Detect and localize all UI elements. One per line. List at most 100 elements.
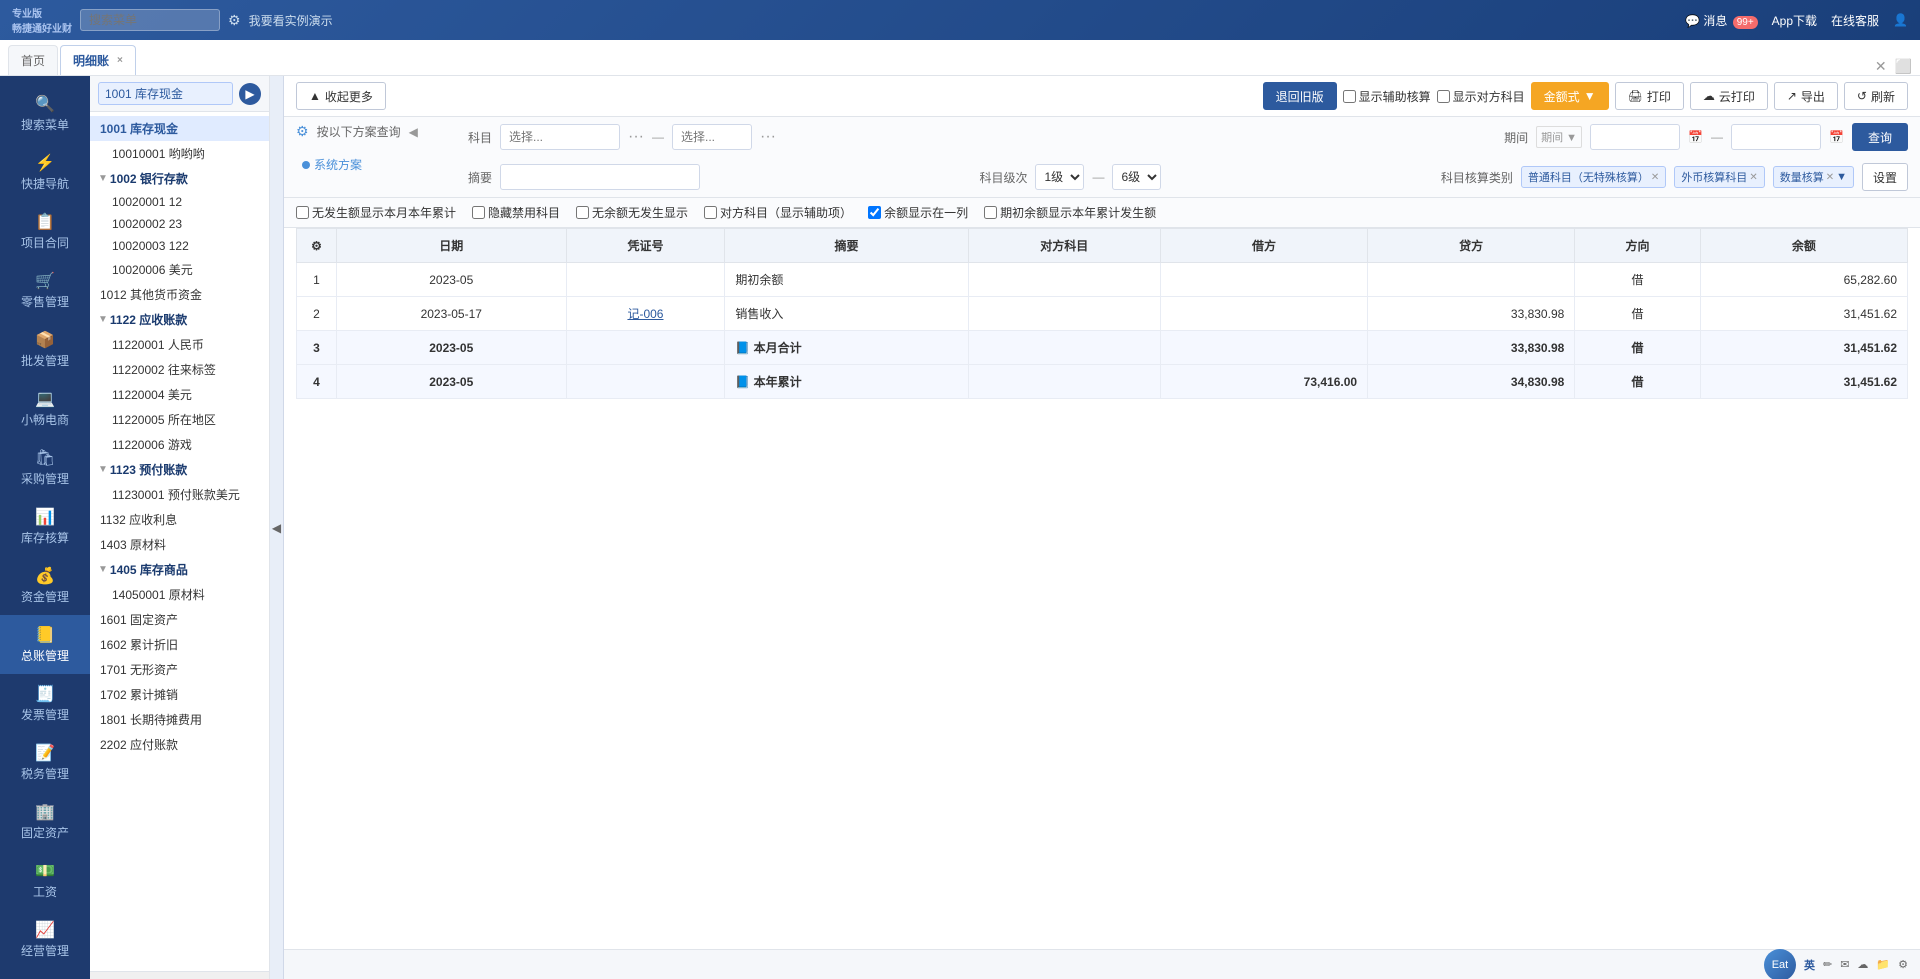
print-btn[interactable]: 🖨 打印 [1615,82,1684,110]
account-list-item[interactable]: ▼ 1123 预付账款 [90,457,269,482]
gear-icon[interactable]: ⚙ [228,12,241,29]
message-btn[interactable]: 💬 消息 99+ [1685,12,1758,29]
period-end-input[interactable]: 2023-05 [1731,124,1821,150]
sidebar-item-operations[interactable]: 📈 经营管理 [0,910,90,969]
account-list-item[interactable]: 14050001 原材料 [90,582,269,607]
cb-opposite[interactable]: 对方科目（显示辅助项） [704,204,852,221]
cloud-print-btn[interactable]: ☁ 云打印 [1690,82,1768,110]
sidebar-item-quicknav[interactable]: ⚡ 快捷导航 [0,143,90,202]
cb-hide-disabled-input[interactable] [472,206,485,219]
cb-opposite-input[interactable] [704,206,717,219]
app-download-btn[interactable]: App下载 [1772,12,1817,29]
tab-home[interactable]: 首页 [8,45,58,75]
query-btn[interactable]: 查询 [1852,123,1908,151]
subject-end-input[interactable] [672,124,752,150]
summary-input[interactable] [500,164,700,190]
show-opposite-label[interactable]: 显示对方科目 [1437,88,1525,105]
lang-toggle[interactable]: 英 [1804,957,1815,973]
user-avatar[interactable]: 👤 [1893,13,1908,27]
tag-remove-icon-2[interactable]: ✕ [1749,172,1757,183]
cloud-icon[interactable]: ☁ [1857,958,1868,971]
account-list-item[interactable]: 2202 应付账款 [90,732,269,757]
horizontal-scroll[interactable] [90,971,269,979]
account-list-item[interactable]: ▼ 1122 应收账款 [90,307,269,332]
account-list-item[interactable]: 1001 库存现金 [90,116,269,141]
sidebar-item-tax[interactable]: 📝 税务管理 [0,733,90,792]
sidebar-item-inventory[interactable]: 📊 库存核算 [0,497,90,556]
sidebar-item-search[interactable]: 🔍 搜索菜单 [0,84,90,143]
cb-balance-one-col[interactable]: 余额显示在一列 [868,204,968,221]
account-list-item[interactable]: 11220001 人民币 [90,332,269,357]
gold-format-btn[interactable]: 金额式 ▼ [1531,82,1609,110]
cb-hide-disabled[interactable]: 隐藏禁用科目 [472,204,560,221]
sidebar-item-wholesale[interactable]: 📦 批发管理 [0,320,90,379]
cb-no-occur-input[interactable] [296,206,309,219]
folder-icon[interactable]: 📁 [1876,958,1890,971]
tag-remove-icon-3[interactable]: ✕ [1826,172,1834,183]
subject-start-input[interactable] [500,124,620,150]
sidebar-item-invoice[interactable]: 🧾 发票管理 [0,674,90,733]
cb-opening-balance[interactable]: 期初余额显示本年累计发生额 [984,204,1156,221]
account-list-item[interactable]: 10020002 23 [90,213,269,235]
show-check-label[interactable]: 显示辅助核算 [1343,88,1431,105]
account-list-item[interactable]: ▼ 1002 银行存款 [90,166,269,191]
account-list-item[interactable]: 10010001 哟哟哟 [90,141,269,166]
account-list-item[interactable]: 11220006 游戏 [90,432,269,457]
account-list-item[interactable]: 11220005 所在地区 [90,407,269,432]
refresh-btn[interactable]: ↺ 刷新 [1844,82,1908,110]
export-btn[interactable]: ↗ 导出 [1774,82,1838,110]
date-picker-icon-2[interactable]: 📅 [1829,130,1844,144]
cb-balance-one-col-input[interactable] [868,206,881,219]
account-list-item[interactable]: 1702 累计摊销 [90,682,269,707]
tab-close-btn[interactable]: × [117,55,123,66]
collapse-panel-btn[interactable]: ◀ [270,76,284,979]
cell-voucher[interactable]: 记-006 [566,297,725,331]
cb-no-balance-input[interactable] [576,206,589,219]
account-list-item[interactable]: 1403 原材料 [90,532,269,557]
demo-link[interactable]: 我要看实例演示 [249,12,333,29]
account-list-item[interactable]: 10020001 12 [90,191,269,213]
system-scheme-btn[interactable]: 系统方案 [296,152,456,177]
tag-remove-icon[interactable]: ✕ [1651,172,1659,183]
settings-btn[interactable]: 设置 [1862,163,1908,191]
account-list-item[interactable]: 1701 无形资产 [90,657,269,682]
account-list-item[interactable]: 11220002 往来标签 [90,357,269,382]
sidebar-item-salary[interactable]: 💵 工资 [0,851,90,910]
edit-icon[interactable]: ✏ [1823,958,1832,971]
eat-button[interactable]: Eat [1764,949,1796,979]
sidebar-item-assets[interactable]: 🏢 固定资产 [0,792,90,851]
pin-icon[interactable]: ✕ [1875,58,1887,75]
online-service-btn[interactable]: 在线客服 [1831,12,1879,29]
date-picker-icon-1[interactable]: 📅 [1688,130,1703,144]
account-list-item[interactable]: 1132 应收利息 [90,507,269,532]
account-list-item[interactable]: 1602 累计折旧 [90,632,269,657]
email-icon[interactable]: ✉ [1840,958,1849,971]
period-mode-icon[interactable]: 期间 ▼ [1536,126,1582,148]
subject-level-start-select[interactable]: 1级 [1035,164,1084,190]
tag-normal-subject[interactable]: 普通科目（无特殊核算） ✕ [1521,166,1666,188]
account-list-item[interactable]: 1601 固定资产 [90,607,269,632]
cb-no-occur[interactable]: 无发生额显示本月本年累计 [296,204,456,221]
sidebar-item-ecommerce[interactable]: 💻 小畅电商 [0,379,90,438]
show-check-checkbox[interactable] [1343,90,1356,103]
sidebar-item-purchase[interactable]: 🛍 采购管理 [0,438,90,497]
sidebar-item-capital[interactable]: 💰 资金管理 [0,556,90,615]
cb-opening-balance-input[interactable] [984,206,997,219]
subject-level-end-select[interactable]: 6级 [1112,164,1161,190]
collapse-filter-icon[interactable]: ◀ [409,125,418,139]
tab-ledger[interactable]: 明细账 × [60,45,136,75]
return-old-version-btn[interactable]: 退回旧版 [1263,82,1337,110]
account-list-item[interactable]: 10020003 122 [90,235,269,257]
sidebar-item-retail[interactable]: 🛒 零售管理 [0,261,90,320]
show-opposite-checkbox[interactable] [1437,90,1450,103]
selected-account-display[interactable]: 1001 库存现金 [98,82,233,105]
sidebar-item-accounting[interactable]: 📒 总账管理 [0,615,90,674]
settings-bottom-icon[interactable]: ⚙ [1898,958,1908,971]
sidebar-item-contract[interactable]: 📋 项目合同 [0,202,90,261]
tag-quantity[interactable]: 数量核算 ✕ ▼ [1773,166,1854,188]
sidebar-item-report[interactable]: 🗒 小畅报销 [0,969,90,979]
expand-more-btn[interactable]: ▲ 收起更多 [296,82,386,110]
cb-no-balance[interactable]: 无余额无发生显示 [576,204,688,221]
account-list-item[interactable]: 11230001 预付账款美元 [90,482,269,507]
account-list-item[interactable]: ▼ 1405 库存商品 [90,557,269,582]
